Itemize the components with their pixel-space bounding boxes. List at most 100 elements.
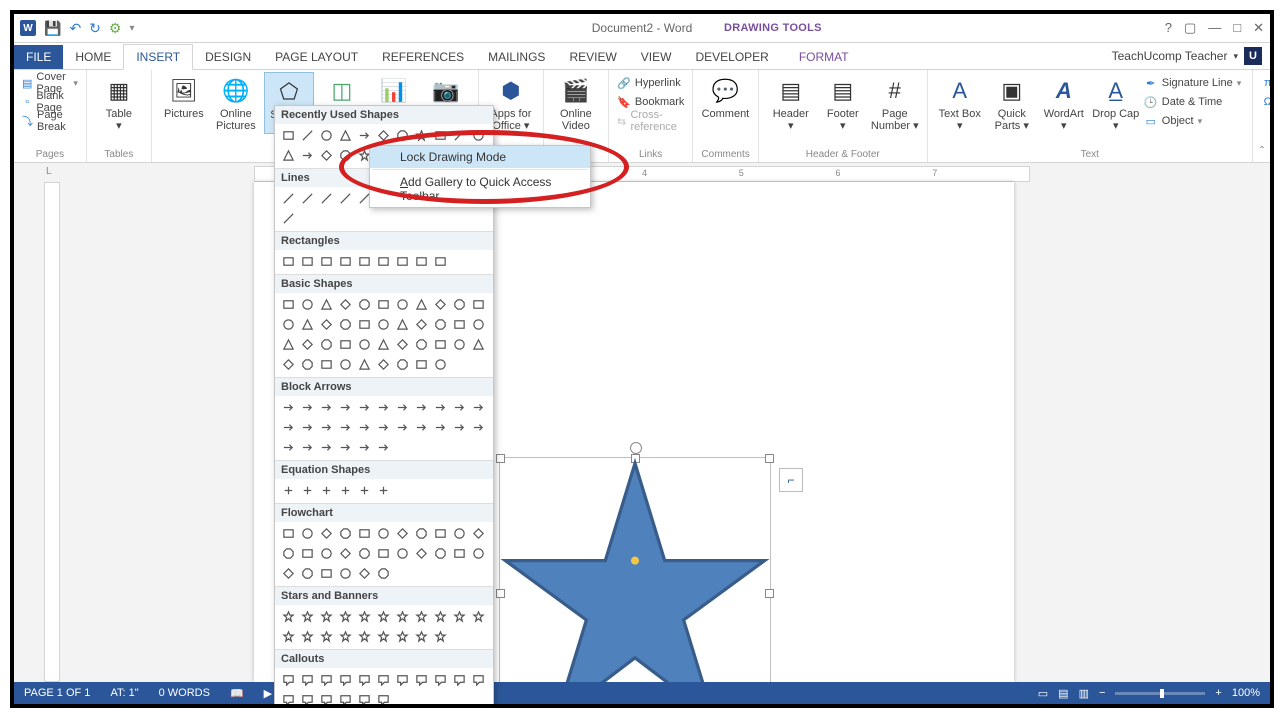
status-page[interactable]: PAGE 1 OF 1 — [14, 687, 100, 699]
shape-icon[interactable] — [374, 524, 393, 543]
shape-icon[interactable] — [412, 126, 431, 145]
shape-icon[interactable] — [469, 126, 488, 145]
shape-icon[interactable] — [336, 627, 355, 646]
tab-view[interactable]: VIEW — [629, 45, 684, 69]
shape-icon[interactable] — [431, 355, 450, 374]
shape-icon[interactable] — [469, 398, 488, 417]
shape-icon[interactable] — [279, 544, 298, 563]
shape-icon[interactable] — [279, 524, 298, 543]
shape-icon[interactable] — [298, 418, 317, 437]
shape-icon[interactable] — [412, 627, 431, 646]
star-shape[interactable] — [500, 458, 770, 708]
shape-icon[interactable] — [279, 209, 298, 228]
shape-icon[interactable] — [412, 252, 431, 271]
save-icon[interactable]: 💾 — [44, 20, 61, 37]
shape-icon[interactable] — [412, 398, 431, 417]
shape-icon[interactable] — [412, 544, 431, 563]
online-video-button[interactable]: 🎬Online Video — [552, 72, 600, 132]
shape-icon[interactable] — [279, 418, 298, 437]
drop-cap-button[interactable]: A̲Drop Cap ▾ — [1092, 72, 1140, 132]
shape-icon[interactable] — [374, 438, 393, 457]
shape-icon[interactable] — [412, 355, 431, 374]
shape-icon[interactable] — [279, 690, 298, 708]
shape-icon[interactable] — [469, 524, 488, 543]
maximize-icon[interactable]: □ — [1233, 20, 1241, 36]
status-at[interactable]: AT: 1" — [100, 687, 148, 699]
shape-icon[interactable] — [450, 398, 469, 417]
shape-icon[interactable] — [298, 126, 317, 145]
shape-icon[interactable] — [336, 564, 355, 583]
shape-icon[interactable] — [374, 252, 393, 271]
online-pictures-button[interactable]: 🌐Online Pictures — [212, 72, 260, 132]
shape-icon[interactable] — [317, 315, 336, 334]
shape-icon[interactable] — [298, 295, 317, 314]
shape-icon[interactable] — [336, 189, 355, 208]
shape-icon[interactable] — [469, 670, 488, 689]
shape-icon[interactable] — [450, 524, 469, 543]
shape-icon[interactable] — [317, 670, 336, 689]
shape-icon[interactable] — [393, 544, 412, 563]
shape-icon[interactable] — [279, 627, 298, 646]
shape-icon[interactable] — [298, 252, 317, 271]
shape-icon[interactable] — [412, 315, 431, 334]
shape-icon[interactable] — [431, 607, 450, 626]
shape-icon[interactable] — [298, 544, 317, 563]
shape-icon[interactable] — [412, 607, 431, 626]
table-button[interactable]: ▦Table▾ — [95, 72, 143, 132]
shape-icon[interactable] — [374, 335, 393, 354]
shape-icon[interactable] — [317, 418, 336, 437]
shape-icon[interactable] — [374, 670, 393, 689]
shape-icon[interactable] — [279, 438, 298, 457]
shape-icon[interactable] — [317, 607, 336, 626]
shape-icon[interactable] — [317, 438, 336, 457]
cross-reference-button[interactable]: ⇆Cross-reference — [617, 112, 685, 130]
shape-icon[interactable] — [298, 146, 317, 165]
shape-icon[interactable] — [279, 146, 298, 165]
shape-icon[interactable] — [431, 524, 450, 543]
shape-icon[interactable] — [298, 670, 317, 689]
shape-icon[interactable] — [412, 418, 431, 437]
shape-icon[interactable] — [355, 335, 374, 354]
undo-icon[interactable]: ↶ — [69, 20, 81, 37]
shape-icon[interactable] — [317, 690, 336, 708]
quick-parts-button[interactable]: ▣Quick Parts ▾ — [988, 72, 1036, 132]
shape-icon[interactable] — [450, 295, 469, 314]
shape-icon[interactable] — [393, 335, 412, 354]
shape-icon[interactable] — [431, 295, 450, 314]
shape-icon[interactable] — [393, 126, 412, 145]
shape-icon[interactable] — [279, 252, 298, 271]
shape-selection-box[interactable] — [499, 457, 771, 708]
shape-icon[interactable] — [393, 398, 412, 417]
shape-icon[interactable] — [355, 481, 374, 500]
shape-icon[interactable] — [412, 670, 431, 689]
rotate-handle[interactable] — [630, 442, 642, 454]
shape-icon[interactable] — [279, 295, 298, 314]
shape-icon[interactable] — [374, 315, 393, 334]
shape-icon[interactable] — [336, 607, 355, 626]
shape-icon[interactable] — [469, 544, 488, 563]
shape-icon[interactable] — [355, 398, 374, 417]
shape-icon[interactable] — [355, 438, 374, 457]
shape-icon[interactable] — [298, 438, 317, 457]
shape-icon[interactable] — [393, 315, 412, 334]
vertical-ruler[interactable] — [44, 182, 60, 682]
tab-review[interactable]: REVIEW — [557, 45, 628, 69]
shape-icon[interactable] — [431, 670, 450, 689]
page-break-button[interactable]: ⤵Page Break — [22, 112, 78, 130]
tab-references[interactable]: REFERENCES — [370, 45, 476, 69]
tab-file[interactable]: FILE — [14, 45, 63, 69]
account-label[interactable]: TeachUcomp Teacher▾ U — [1112, 47, 1262, 65]
shape-icon[interactable] — [355, 544, 374, 563]
shape-icon[interactable] — [374, 690, 393, 708]
shape-icon[interactable] — [317, 564, 336, 583]
shape-icon[interactable] — [469, 295, 488, 314]
shape-icon[interactable] — [374, 418, 393, 437]
close-icon[interactable]: ✕ — [1253, 20, 1264, 36]
shape-icon[interactable] — [431, 335, 450, 354]
lock-drawing-mode-item[interactable]: Lock Drawing Mode — [370, 146, 590, 168]
shape-icon[interactable] — [374, 295, 393, 314]
shape-icon[interactable] — [336, 524, 355, 543]
equation-button[interactable]: πEquation ▾ — [1261, 74, 1274, 92]
shape-icon[interactable] — [317, 126, 336, 145]
shape-icon[interactable] — [355, 315, 374, 334]
